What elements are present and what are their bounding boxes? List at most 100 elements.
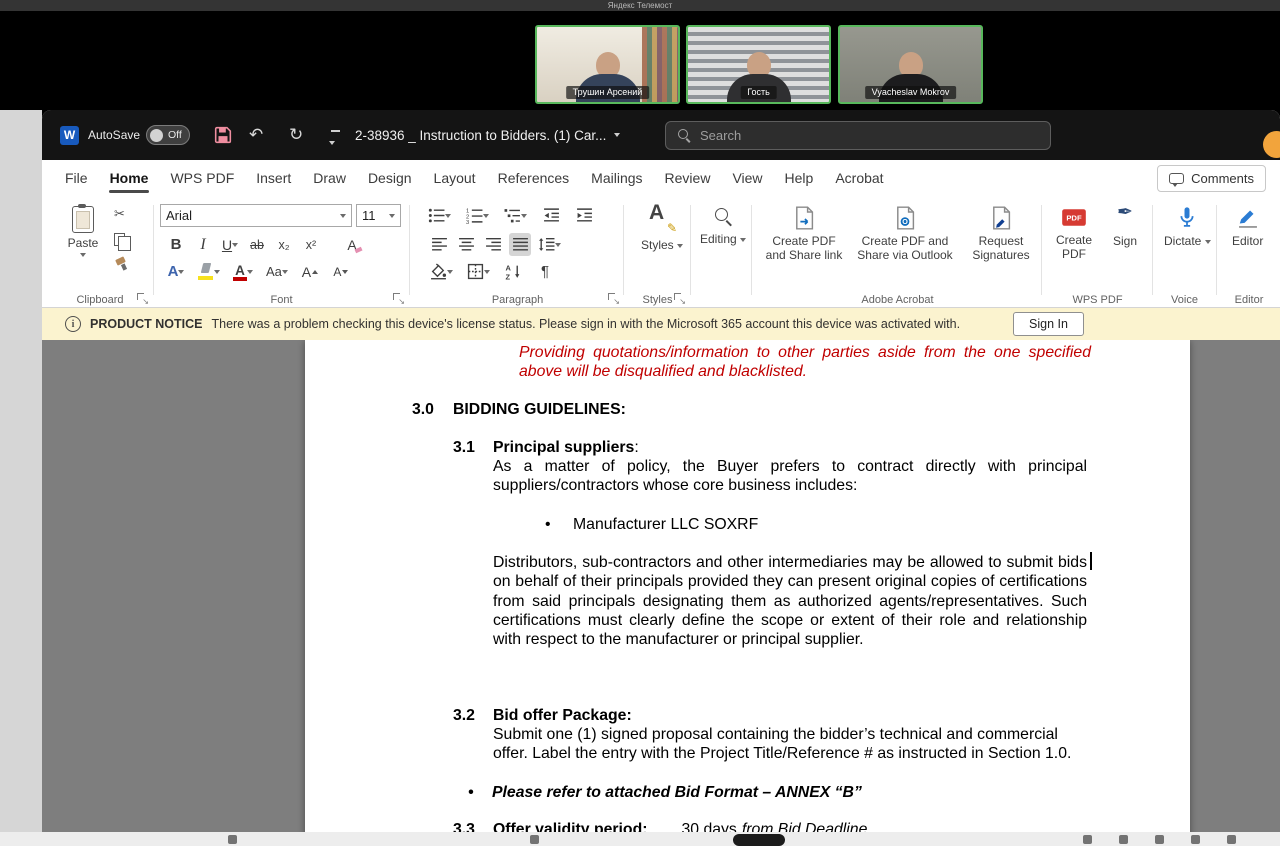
decrease-indent-button[interactable] xyxy=(540,204,562,227)
clear-formatting-button[interactable]: A xyxy=(341,233,363,256)
sign-label: Sign xyxy=(1112,234,1138,248)
undo-button[interactable]: ↶ xyxy=(249,110,263,160)
taskbar-icon[interactable] xyxy=(1083,835,1092,844)
group-label-paragraph: Paragraph xyxy=(491,294,544,306)
dialog-launcher-icon[interactable] xyxy=(393,293,405,306)
section-3-1-continued: Distributors, sub-contractors and other … xyxy=(453,553,1190,649)
italic-button[interactable]: I xyxy=(192,233,214,256)
font-size-combo[interactable]: 11 xyxy=(356,204,401,227)
group-label-font: Font xyxy=(270,294,293,306)
account-avatar[interactable] xyxy=(1263,131,1280,158)
align-right-button[interactable] xyxy=(482,233,504,256)
highlight-icon xyxy=(198,263,214,280)
shrink-font-button[interactable]: A xyxy=(330,260,352,283)
dialog-launcher-icon[interactable] xyxy=(608,293,620,306)
taskbar-icon[interactable] xyxy=(530,835,539,844)
line-spacing-button[interactable] xyxy=(536,233,563,256)
video-tile-participant-3[interactable]: Vyacheslav Mokrov xyxy=(838,25,983,104)
tab-layout[interactable]: Layout xyxy=(423,160,487,196)
autosave-toggle[interactable]: Off xyxy=(146,125,190,145)
borders-button[interactable] xyxy=(465,260,492,283)
editing-button[interactable]: Editing xyxy=(700,206,747,246)
section-3-2: 3.2 Bid offer Package: Submit one (1) si… xyxy=(453,706,1190,764)
shrink-font-label: A xyxy=(333,264,342,279)
tab-design[interactable]: Design xyxy=(357,160,423,196)
tab-insert[interactable]: Insert xyxy=(245,160,302,196)
tab-draw[interactable]: Draw xyxy=(302,160,357,196)
redo-button[interactable]: ↻ xyxy=(289,110,303,160)
bullet-text: Manufacturer LLC SOXRF xyxy=(573,515,759,533)
text-effects-button[interactable]: A xyxy=(165,260,187,283)
chevron-down-icon xyxy=(281,269,288,274)
meet-window-title: Яндекс Телемост xyxy=(0,0,1280,11)
create-pdf-share-outlook-button[interactable]: O Create PDF and Share via Outlook xyxy=(852,206,958,262)
wps-sign-button[interactable]: ✒ Sign xyxy=(1106,203,1144,248)
section-3-1-heading: Principal suppliers: xyxy=(493,438,639,456)
document-title-menu[interactable]: 2-38936 _ Instruction to Bidders. (1) Ca… xyxy=(355,110,621,160)
editor-button[interactable]: Editor xyxy=(1232,206,1263,248)
bold-button[interactable]: B xyxy=(165,233,187,256)
ribbon-group-voice: Dictate Voice xyxy=(1154,196,1215,308)
chevron-down-icon xyxy=(484,269,490,274)
grow-font-button[interactable]: A xyxy=(299,260,321,283)
tab-help[interactable]: Help xyxy=(774,160,825,196)
styles-button[interactable]: A ✎ Styles xyxy=(641,202,684,252)
document-page[interactable]: Providing quotations/information to othe… xyxy=(305,340,1190,846)
justify-button[interactable] xyxy=(509,233,531,256)
tab-references[interactable]: References xyxy=(487,160,581,196)
wps-create-pdf-button[interactable]: PDF Create PDF xyxy=(1052,206,1096,261)
clear-formatting-icon: A xyxy=(347,236,357,253)
shading-button[interactable] xyxy=(428,260,455,283)
superscript-button[interactable]: x² xyxy=(300,233,322,256)
cut-button[interactable]: ✂ xyxy=(114,204,128,224)
dialog-launcher-icon[interactable] xyxy=(674,293,686,306)
tab-wps-pdf[interactable]: WPS PDF xyxy=(159,160,245,196)
align-left-button[interactable] xyxy=(428,233,450,256)
video-tile-participant-1[interactable]: Трушин Арсений xyxy=(535,25,680,104)
save-button[interactable] xyxy=(214,126,232,149)
tab-view[interactable]: View xyxy=(721,160,773,196)
request-signatures-button[interactable]: Request Signatures xyxy=(966,206,1036,262)
taskbar-icon[interactable] xyxy=(1155,835,1164,844)
subscript-button[interactable]: x₂ xyxy=(273,233,295,256)
font-name-combo[interactable]: Arial xyxy=(160,204,352,227)
autosave-state-label: Off xyxy=(168,129,182,141)
toggle-knob xyxy=(150,128,163,142)
taskbar-icon[interactable] xyxy=(1191,835,1200,844)
chevron-down-icon xyxy=(80,253,86,257)
increase-indent-button[interactable] xyxy=(573,204,595,227)
taskbar-icon[interactable] xyxy=(1227,835,1236,844)
tab-review[interactable]: Review xyxy=(654,160,722,196)
numbering-button[interactable]: 123 xyxy=(464,204,491,227)
align-center-button[interactable] xyxy=(455,233,477,256)
strikethrough-button[interactable]: ab xyxy=(246,233,268,256)
bullets-button[interactable] xyxy=(426,204,453,227)
comments-button[interactable]: Comments xyxy=(1157,165,1266,192)
change-case-button[interactable]: Aa xyxy=(264,260,290,283)
tab-home[interactable]: Home xyxy=(99,160,160,196)
quick-access-toolbar-button[interactable] xyxy=(329,130,341,153)
dialog-launcher-icon[interactable] xyxy=(137,293,149,306)
tab-file[interactable]: File xyxy=(54,160,99,196)
taskbar-center-pill[interactable] xyxy=(733,834,785,846)
sort-button[interactable]: AZ xyxy=(502,260,524,283)
create-pdf-share-link-button[interactable]: Create PDF and Share link xyxy=(760,206,848,262)
taskbar-icon[interactable] xyxy=(228,835,237,844)
highlight-button[interactable] xyxy=(196,260,222,283)
taskbar-icon[interactable] xyxy=(1119,835,1128,844)
video-tile-participant-2[interactable]: Гость xyxy=(686,25,831,104)
format-painter-button[interactable] xyxy=(114,254,128,274)
tab-mailings[interactable]: Mailings xyxy=(580,160,653,196)
label-line-2: Share via Outlook xyxy=(857,248,953,262)
copy-button[interactable] xyxy=(114,229,131,251)
show-paragraph-marks-button[interactable]: ¶ xyxy=(534,260,556,283)
sign-in-button[interactable]: Sign In xyxy=(1013,312,1084,336)
tab-acrobat[interactable]: Acrobat xyxy=(824,160,894,196)
search-input[interactable] xyxy=(700,128,1038,143)
search-box[interactable] xyxy=(665,121,1051,150)
font-color-button[interactable]: A xyxy=(231,260,255,283)
paste-button[interactable]: Paste xyxy=(60,204,106,257)
multilevel-list-button[interactable] xyxy=(502,204,529,227)
dictate-button[interactable]: Dictate xyxy=(1164,206,1211,248)
underline-button[interactable]: U xyxy=(219,233,241,256)
